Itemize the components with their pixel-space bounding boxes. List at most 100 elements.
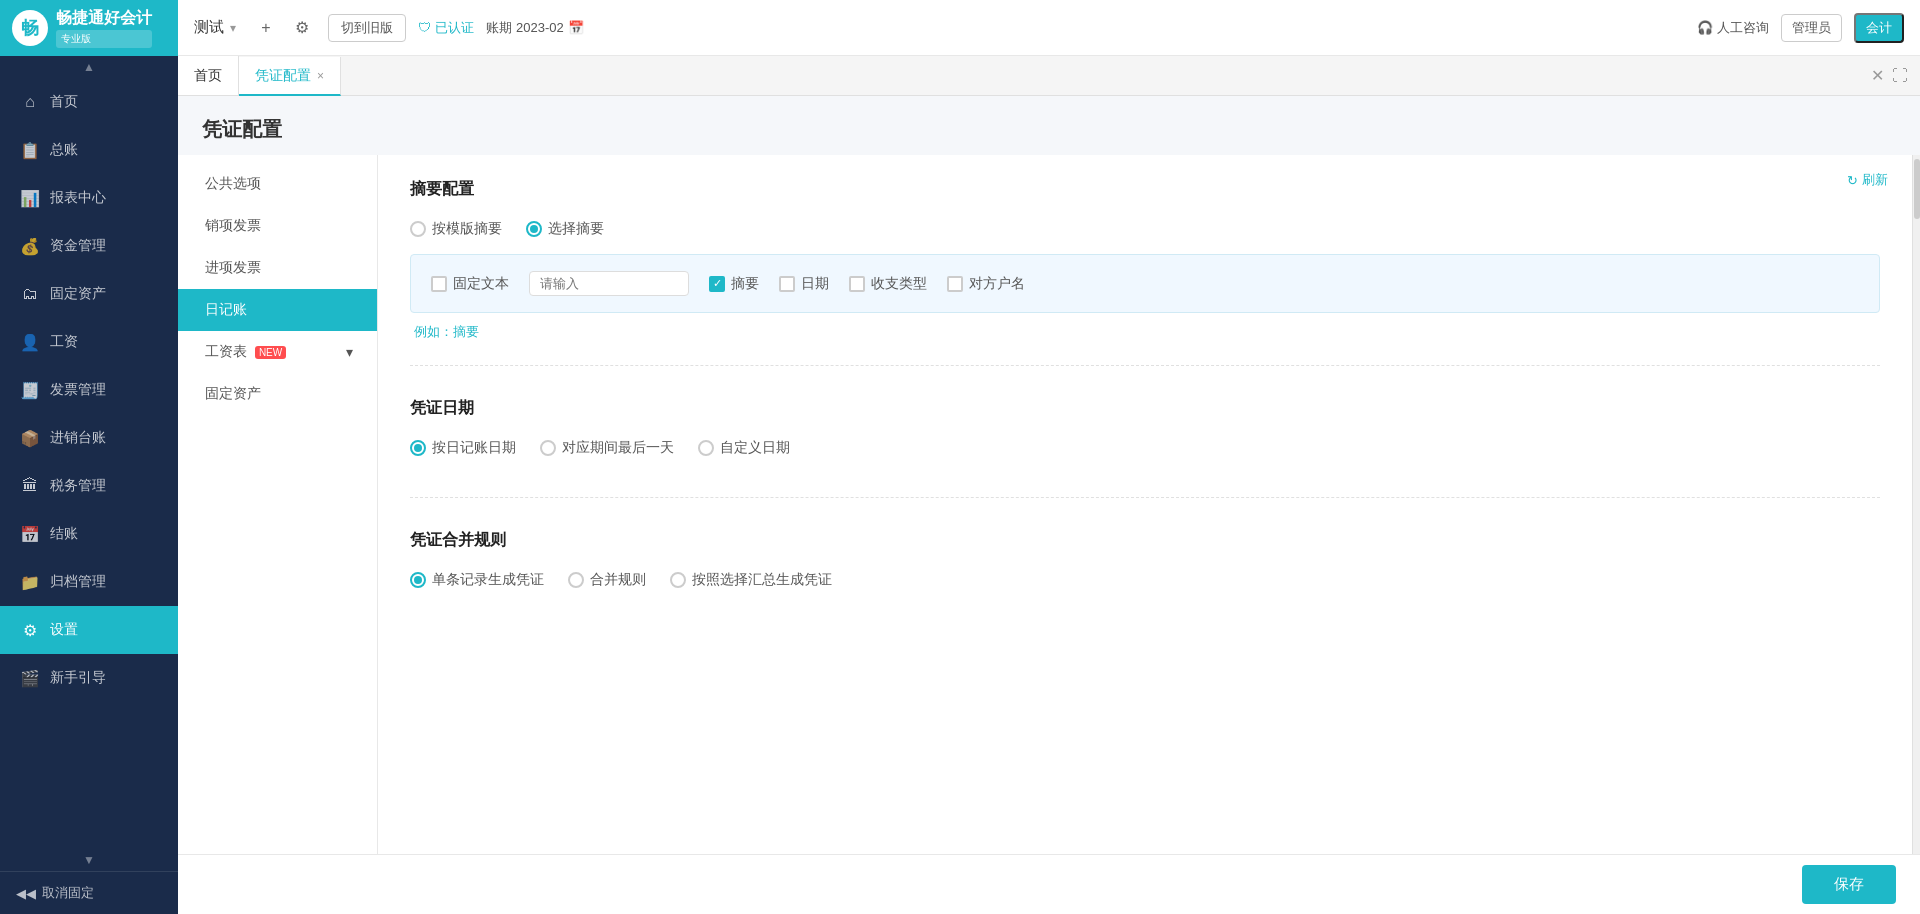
company-name: 测试 ▾ xyxy=(194,18,236,37)
radio-merge-rule-label: 合并规则 xyxy=(590,571,646,589)
sidebar-item-settings[interactable]: ⚙ 设置 xyxy=(0,606,178,654)
certified-badge: 🛡 已认证 xyxy=(418,19,474,37)
tab-home[interactable]: 首页 xyxy=(178,56,239,95)
radio-journal-circle xyxy=(410,440,426,456)
sidebar-label-cash: 资金管理 xyxy=(50,237,106,255)
sidebar-item-close[interactable]: 📅 结账 xyxy=(0,510,178,558)
close-tab-action[interactable]: ✕ xyxy=(1871,66,1884,85)
sidebar-item-invoice[interactable]: 🧾 发票管理 xyxy=(0,366,178,414)
summary-radio-template[interactable]: 按模版摘要 xyxy=(410,220,502,238)
close-period-icon: 📅 xyxy=(20,524,40,544)
radio-period-last-label: 对应期间最后一天 xyxy=(562,439,674,457)
period-info: 账期 2023-02 📅 xyxy=(486,19,584,37)
radio-select-merge-circle xyxy=(670,572,686,588)
scroll-up-arrow[interactable]: ▲ xyxy=(83,60,95,74)
radio-period-last-circle xyxy=(540,440,556,456)
left-nav-fixed-assets[interactable]: 固定资产 xyxy=(178,373,377,415)
radio-custom-label: 自定义日期 xyxy=(720,439,790,457)
sidebar-label-tax: 税务管理 xyxy=(50,477,106,495)
left-nav-journal[interactable]: 日记账 xyxy=(178,289,377,331)
calendar-icon[interactable]: 📅 xyxy=(568,20,584,35)
ledger-icon: 📋 xyxy=(20,140,40,160)
manager-button[interactable]: 管理员 xyxy=(1781,14,1842,42)
sidebar-item-purchase[interactable]: 📦 进销台账 xyxy=(0,414,178,462)
radio-select-label: 选择摘要 xyxy=(548,220,604,238)
merge-radio-single[interactable]: 单条记录生成凭证 xyxy=(410,571,544,589)
sidebar-item-archive[interactable]: 📁 归档管理 xyxy=(0,558,178,606)
guide-icon: 🎬 xyxy=(20,668,40,688)
sidebar: 畅 畅捷通好会计 专业版 ▲ ⌂ 首页 📋 总账 📊 报表中心 xyxy=(0,0,178,914)
left-nav-purchase-invoice[interactable]: 进项发票 xyxy=(178,247,377,289)
left-nav-public[interactable]: 公共选项 xyxy=(178,163,377,205)
tabbar-right: ✕ ⛶ xyxy=(1859,56,1920,95)
sidebar-item-tax[interactable]: 🏛 税务管理 xyxy=(0,462,178,510)
refresh-button[interactable]: ↻ 刷新 xyxy=(1847,171,1888,189)
save-button[interactable]: 保存 xyxy=(1802,865,1896,904)
checkbox-payment-type[interactable]: 收支类型 xyxy=(849,275,927,293)
company-dropdown-icon[interactable]: ▾ xyxy=(230,21,236,35)
sidebar-item-asset[interactable]: 🗂 固定资产 xyxy=(0,270,178,318)
left-nav-sales-invoice[interactable]: 销项发票 xyxy=(178,205,377,247)
sidebar-scroll-down[interactable]: ▼ xyxy=(0,849,178,871)
merge-radio-merge-rule[interactable]: 合并规则 xyxy=(568,571,646,589)
sidebar-item-report[interactable]: 📊 报表中心 xyxy=(0,174,178,222)
checkbox-fixed-text[interactable]: 固定文本 xyxy=(431,275,509,293)
sidebar-item-guide[interactable]: 🎬 新手引导 xyxy=(0,654,178,702)
logo-icon: 畅 xyxy=(12,10,48,46)
expand-tab-action[interactable]: ⛶ xyxy=(1892,67,1908,85)
sidebar-item-cash[interactable]: 💰 资金管理 xyxy=(0,222,178,270)
consult-button[interactable]: 🎧 人工咨询 xyxy=(1697,19,1769,37)
accountant-button[interactable]: 会计 xyxy=(1854,13,1904,43)
sidebar-label-home: 首页 xyxy=(50,93,78,111)
checkbox-date[interactable]: 日期 xyxy=(779,275,829,293)
tab-close-icon[interactable]: × xyxy=(317,69,324,83)
merge-radio-select-merge[interactable]: 按照选择汇总生成凭证 xyxy=(670,571,832,589)
checkbox-counterparty[interactable]: 对方户名 xyxy=(947,275,1025,293)
date-radio-period-last[interactable]: 对应期间最后一天 xyxy=(540,439,674,457)
sidebar-item-payroll[interactable]: 👤 工资 xyxy=(0,318,178,366)
sidebar-label-purchase: 进销台账 xyxy=(50,429,106,447)
date-radio-custom[interactable]: 自定义日期 xyxy=(698,439,790,457)
left-nav-assets-label: 固定资产 xyxy=(205,385,261,403)
settings-button[interactable]: ⚙ xyxy=(288,14,316,42)
scrollbar-thumb[interactable] xyxy=(1914,159,1920,219)
asset-icon: 🗂 xyxy=(20,284,40,304)
company-name-text: 测试 xyxy=(194,18,224,37)
radio-merge-rule-circle xyxy=(568,572,584,588)
sidebar-item-home[interactable]: ⌂ 首页 xyxy=(0,78,178,126)
summary-radio-select[interactable]: 选择摘要 xyxy=(526,220,604,238)
checkbox-summary-label: 摘要 xyxy=(731,275,759,293)
example-value: 摘要 xyxy=(453,324,479,339)
checkbox-summary[interactable]: 摘要 xyxy=(709,275,759,293)
checkbox-date-label: 日期 xyxy=(801,275,829,293)
checkbox-payment-type-box xyxy=(849,276,865,292)
add-button[interactable]: + xyxy=(252,14,280,42)
cancel-fixed-btn[interactable]: ◀◀ 取消固定 xyxy=(16,884,162,902)
sidebar-scroll-up[interactable]: ▲ xyxy=(0,56,178,78)
scroll-down-arrow[interactable]: ▼ xyxy=(83,853,95,867)
sidebar-item-ledger[interactable]: 📋 总账 xyxy=(0,126,178,174)
right-scrollbar[interactable] xyxy=(1912,155,1920,854)
headset-icon: 🎧 xyxy=(1697,20,1713,35)
date-radio-journal[interactable]: 按日记账日期 xyxy=(410,439,516,457)
sidebar-label-payroll: 工资 xyxy=(50,333,78,351)
left-nav-public-label: 公共选项 xyxy=(205,175,261,193)
cancel-fixed-icon: ◀◀ xyxy=(16,886,36,901)
sidebar-label-settings: 设置 xyxy=(50,621,78,639)
period-value: 2023-02 xyxy=(516,20,564,35)
left-nav-payroll-label: 工资表 NEW xyxy=(205,343,286,361)
purchase-icon: 📦 xyxy=(20,428,40,448)
sidebar-logo: 畅 畅捷通好会计 专业版 xyxy=(0,0,178,56)
merge-radio-group: 单条记录生成凭证 合并规则 按照选择汇总生成凭证 xyxy=(410,571,1880,589)
tabbar: 首页 凭证配置 × ✕ ⛶ xyxy=(178,56,1920,96)
left-nav-payroll-sheet[interactable]: 工资表 NEW ▾ xyxy=(178,331,377,373)
checkbox-counterparty-box xyxy=(947,276,963,292)
payroll-icon: 👤 xyxy=(20,332,40,352)
report-icon: 📊 xyxy=(20,188,40,208)
tab-voucher-config[interactable]: 凭证配置 × xyxy=(239,57,341,96)
fixed-text-input[interactable] xyxy=(529,271,689,296)
tab-home-label: 首页 xyxy=(194,67,222,85)
switch-old-button[interactable]: 切到旧版 xyxy=(328,14,406,42)
bottom-bar: 保存 xyxy=(178,854,1920,914)
tax-icon: 🏛 xyxy=(20,476,40,496)
